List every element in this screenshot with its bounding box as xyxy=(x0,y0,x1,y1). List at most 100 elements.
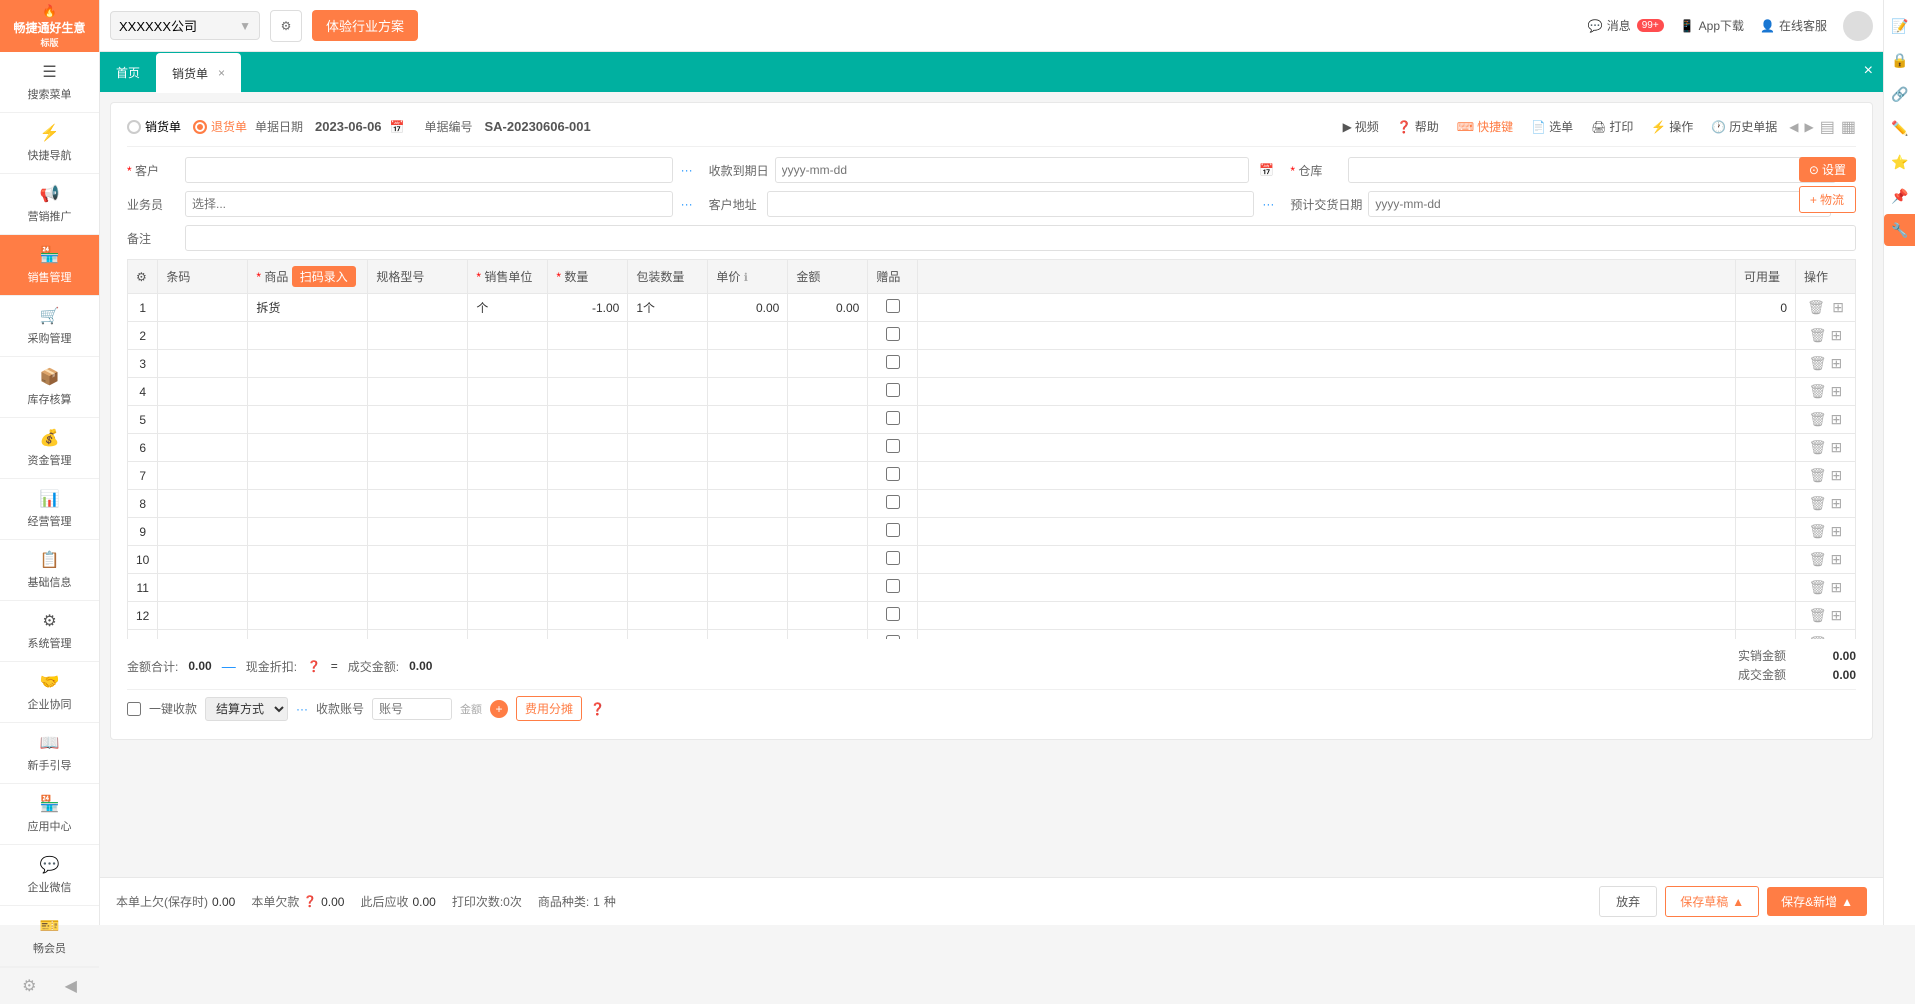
row10-delete-icon[interactable]: 🗑 xyxy=(1809,551,1827,567)
row2-delete-icon[interactable]: 🗑 xyxy=(1809,327,1827,343)
shortcut-btn[interactable]: ⌨ 快捷键 xyxy=(1451,115,1519,138)
header-settings-button[interactable]: ⚙ xyxy=(270,10,302,42)
discount-info-icon[interactable]: ❓ xyxy=(307,660,321,673)
online-service-button[interactable]: 👤 在线客服 xyxy=(1760,17,1827,34)
salesman-input[interactable] xyxy=(185,191,673,217)
row1-barcode[interactable] xyxy=(158,294,248,322)
row4-gift-checkbox[interactable] xyxy=(886,383,900,397)
warehouse-input[interactable]: 建材仓 xyxy=(1348,157,1836,183)
right-sidebar-item-4[interactable]: ✏️ xyxy=(1884,112,1915,144)
sidebar-item-guide[interactable]: 📖 新手引导 xyxy=(0,723,99,784)
row5-copy-icon[interactable]: ⊞ xyxy=(1831,411,1843,427)
row5-gift-checkbox[interactable] xyxy=(886,411,900,425)
history-btn[interactable]: 🕐 历史单据 xyxy=(1705,115,1783,138)
sidebar-item-management[interactable]: 📊 经营管理 xyxy=(0,479,99,540)
total-owed-info-icon[interactable]: ❓ xyxy=(303,895,317,908)
row13-gift-checkbox[interactable] xyxy=(886,635,900,639)
sidebar-item-app-center[interactable]: 🏪 应用中心 xyxy=(0,784,99,845)
add-payment-button[interactable]: + xyxy=(490,700,508,718)
row6-gift-checkbox[interactable] xyxy=(886,439,900,453)
row1-delete-icon[interactable]: 🗑 xyxy=(1807,299,1825,315)
save-draft-button[interactable]: 保存草稿 ▲ xyxy=(1665,886,1759,917)
sidebar-item-marketing[interactable]: 📢 营销推广 xyxy=(0,174,99,235)
row13-delete-icon[interactable]: 🗑 xyxy=(1809,635,1827,639)
row7-gift-checkbox[interactable] xyxy=(886,467,900,481)
one-click-payment-checkbox[interactable] xyxy=(127,702,141,716)
right-sidebar-item-1[interactable]: 📝 xyxy=(1884,10,1915,42)
right-sidebar-item-3[interactable]: 🔗 xyxy=(1884,78,1915,110)
row12-copy-icon[interactable]: ⊞ xyxy=(1831,607,1843,623)
row9-delete-icon[interactable]: 🗑 xyxy=(1809,523,1827,539)
app-download-button[interactable]: 📱 App下载 xyxy=(1680,17,1744,34)
customer-addr-more-icon[interactable]: ··· xyxy=(1262,197,1274,211)
radio-return[interactable]: 退货单 xyxy=(193,118,247,135)
right-sidebar-item-5[interactable]: ⭐ xyxy=(1884,146,1915,178)
row12-delete-icon[interactable]: 🗑 xyxy=(1809,607,1827,623)
sidebar-item-system[interactable]: ⚙ 系统管理 xyxy=(0,601,99,662)
nav-next-icon[interactable]: ▶ xyxy=(1805,120,1814,134)
trial-button[interactable]: 体验行业方案 xyxy=(312,10,418,41)
row1-gift-checkbox[interactable] xyxy=(886,299,900,313)
view-list-icon[interactable]: ▤ xyxy=(1820,117,1835,137)
row8-delete-icon[interactable]: 🗑 xyxy=(1809,495,1827,511)
price-info-icon[interactable]: ℹ xyxy=(744,272,748,284)
right-sidebar-item-6[interactable]: 📌 xyxy=(1884,180,1915,212)
payment-method-more[interactable]: ··· xyxy=(296,702,308,716)
row3-gift-checkbox[interactable] xyxy=(886,355,900,369)
sidebar-item-basic-info[interactable]: 📋 基础信息 xyxy=(0,540,99,601)
row1-copy-icon[interactable]: ⊞ xyxy=(1832,299,1844,315)
row11-gift-checkbox[interactable] xyxy=(886,579,900,593)
sidebar-item-collab[interactable]: 🤝 企业协同 xyxy=(0,662,99,723)
row4-delete-icon[interactable]: 🗑 xyxy=(1809,383,1827,399)
sidebar-settings-icon[interactable]: ⚙ xyxy=(22,976,36,996)
message-button[interactable]: 💬 消息 99+ xyxy=(1588,17,1664,34)
row7-copy-icon[interactable]: ⊞ xyxy=(1831,467,1843,483)
row7-delete-icon[interactable]: 🗑 xyxy=(1809,467,1827,483)
expected-date-input[interactable] xyxy=(1368,191,1831,217)
tab-sales-order[interactable]: 销货单 × xyxy=(156,53,241,93)
row1-gift[interactable] xyxy=(868,294,918,322)
tab-home[interactable]: 首页 xyxy=(100,52,156,92)
notes-input[interactable] xyxy=(185,225,1856,251)
nav-prev-icon[interactable]: ◀ xyxy=(1789,120,1798,134)
help-btn[interactable]: ❓ 帮助 xyxy=(1391,115,1445,138)
payment-method-select[interactable]: 结算方式 xyxy=(205,697,288,721)
row3-copy-icon[interactable]: ⊞ xyxy=(1831,355,1843,371)
row4-copy-icon[interactable]: ⊞ xyxy=(1831,383,1843,399)
calendar-icon[interactable]: 📅 xyxy=(390,120,405,134)
row12-gift-checkbox[interactable] xyxy=(886,607,900,621)
tab-bar-close-icon[interactable]: × xyxy=(1864,62,1873,80)
row6-delete-icon[interactable]: 🗑 xyxy=(1809,439,1827,455)
settings-action-button[interactable]: ⊙ 设置 xyxy=(1799,157,1856,182)
row1-spec[interactable] xyxy=(368,294,468,322)
scan-button[interactable]: 扫码录入 xyxy=(292,266,356,287)
row8-copy-icon[interactable]: ⊞ xyxy=(1831,495,1843,511)
view-grid-icon[interactable]: ▦ xyxy=(1841,117,1856,137)
row1-qty[interactable]: -1.00 xyxy=(548,294,628,322)
row9-gift-checkbox[interactable] xyxy=(886,523,900,537)
discard-button[interactable]: 放弃 xyxy=(1599,886,1657,917)
print-btn[interactable]: 🖨 打印 xyxy=(1585,115,1639,138)
row13-copy-icon[interactable]: ⊞ xyxy=(1831,635,1843,639)
row9-copy-icon[interactable]: ⊞ xyxy=(1831,523,1843,539)
company-selector[interactable]: XXXXXX公司 ▼ xyxy=(110,11,260,40)
customer-input[interactable] xyxy=(185,157,673,183)
row3-delete-icon[interactable]: 🗑 xyxy=(1809,355,1827,371)
fee-split-button[interactable]: 费用分摊 xyxy=(516,696,582,721)
account-input[interactable] xyxy=(372,698,452,720)
row1-price[interactable]: 0.00 xyxy=(708,294,788,322)
operate-btn[interactable]: ⚡ 操作 xyxy=(1645,115,1699,138)
row6-copy-icon[interactable]: ⊞ xyxy=(1831,439,1843,455)
sidebar-item-search[interactable]: ☰ 搜索菜单 xyxy=(0,52,99,113)
row8-gift-checkbox[interactable] xyxy=(886,495,900,509)
save-new-button[interactable]: 保存&新增 ▲ xyxy=(1767,887,1867,916)
right-sidebar-item-2[interactable]: 🔒 xyxy=(1884,44,1915,76)
right-sidebar-item-7[interactable]: 🔧 xyxy=(1884,214,1915,246)
tab-close-icon[interactable]: × xyxy=(218,66,225,80)
customer-addr-input[interactable] xyxy=(767,191,1255,217)
sidebar-item-shortcut[interactable]: ⚡ 快捷导航 xyxy=(0,113,99,174)
receipt-date-input[interactable] xyxy=(775,157,1250,183)
row5-delete-icon[interactable]: 🗑 xyxy=(1809,411,1827,427)
sidebar-item-inventory[interactable]: 📦 库存核算 xyxy=(0,357,99,418)
sidebar-item-finance[interactable]: 💰 资金管理 xyxy=(0,418,99,479)
